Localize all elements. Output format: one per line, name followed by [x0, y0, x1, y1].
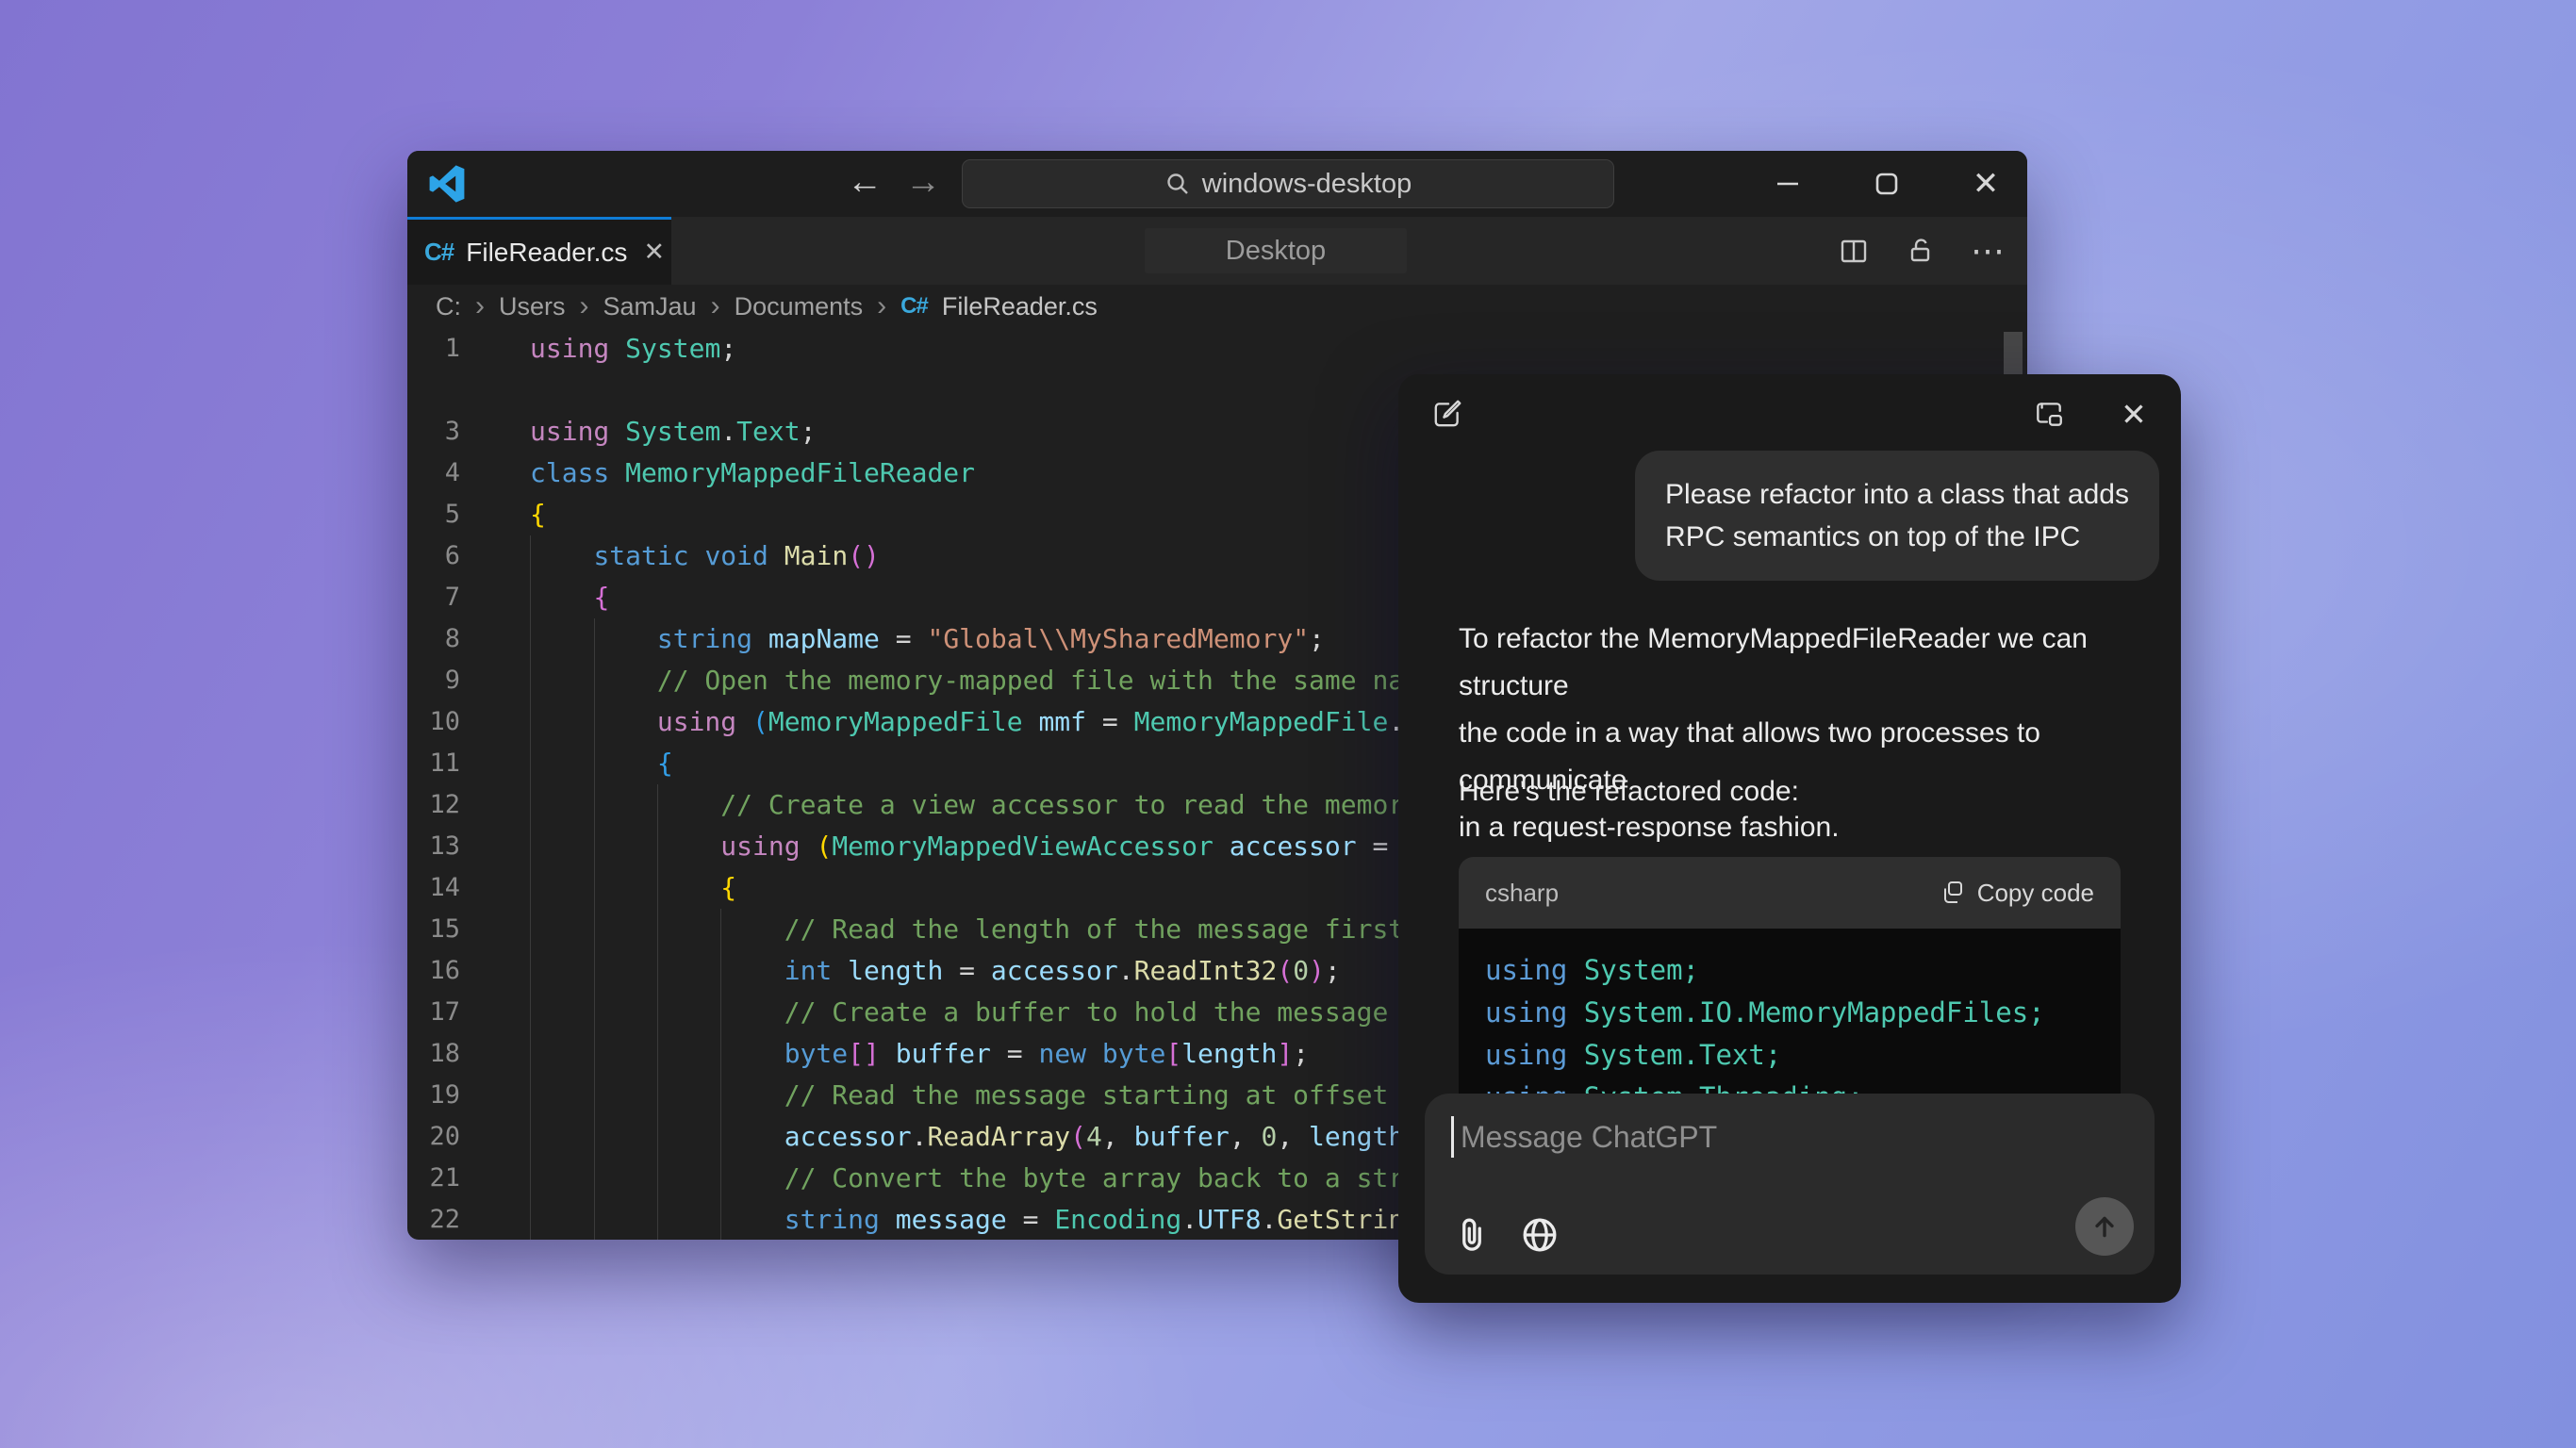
split-editor-icon[interactable] [1839, 236, 1869, 266]
chatgpt-panel: ✕ Please refactor into a class that adds… [1398, 374, 2181, 1303]
breadcrumb-separator: › [711, 290, 720, 322]
line-number: 6 [407, 535, 488, 577]
breadcrumb-item[interactable]: C: [436, 292, 461, 321]
breadcrumb-item[interactable]: Documents [735, 292, 864, 321]
line-number: 3 [407, 411, 488, 452]
line-number: 8 [407, 618, 488, 660]
line-number: 22 [407, 1199, 488, 1240]
new-chat-icon[interactable] [1430, 397, 1464, 431]
code-block-header: csharp Copy code [1459, 857, 2121, 929]
code-block-body: using System;using System.IO.MemoryMappe… [1459, 929, 2121, 1096]
line-number: 10 [407, 701, 488, 743]
code-line: 1using System; [407, 328, 2027, 370]
line-number: 13 [407, 826, 488, 867]
nav-forward-button[interactable]: → [900, 151, 947, 217]
line-number: 14 [407, 867, 488, 909]
web-search-icon[interactable] [1519, 1214, 1560, 1256]
line-number: 4 [407, 452, 488, 494]
search-icon [1164, 171, 1191, 197]
line-number: 9 [407, 660, 488, 701]
code-line: using System; [1485, 949, 2094, 992]
csharp-file-icon: C# [424, 238, 454, 267]
line-number: 17 [407, 992, 488, 1033]
vscode-logo [428, 165, 466, 203]
window-close-button[interactable]: ✕ [1961, 151, 2010, 217]
attachment-icon[interactable] [1451, 1214, 1493, 1256]
search-value: windows-desktop [1202, 169, 1412, 200]
picture-in-picture-icon[interactable] [2032, 397, 2066, 431]
line-number: 5 [407, 494, 488, 535]
send-button[interactable] [2075, 1197, 2134, 1256]
input-placeholder: Message ChatGPT [1461, 1120, 1717, 1155]
indent-guide [530, 535, 531, 1240]
assistant-reply-text: To refactor the MemoryMappedFileReader w… [1459, 616, 2147, 851]
tab-close-icon[interactable]: ✕ [643, 238, 665, 267]
more-actions-icon[interactable]: ⋯ [1971, 231, 2005, 271]
titlebar: ← → windows-desktop ✕ [407, 151, 2027, 217]
line-number: 19 [407, 1075, 488, 1116]
breadcrumb-separator: › [580, 290, 589, 322]
code-language-label: csharp [1485, 879, 1559, 908]
csharp-file-icon: C# [900, 293, 928, 320]
text-cursor [1451, 1116, 1454, 1158]
breadcrumb-separator: › [877, 290, 886, 322]
nav-back-button[interactable]: ← [841, 151, 888, 217]
line-number: 7 [407, 577, 488, 618]
desktop-group-label: Desktop [1145, 228, 1407, 273]
code-line: using System.IO.MemoryMappedFiles; [1485, 992, 2094, 1034]
line-number: 15 [407, 909, 488, 950]
copy-icon [1940, 880, 1966, 906]
line-number: 11 [407, 743, 488, 784]
code-block: csharp Copy code using System;using Syst… [1459, 857, 2121, 1096]
breadcrumb-item[interactable]: Users [499, 292, 566, 321]
line-number: 12 [407, 784, 488, 826]
tab-bar: C# FileReader.cs ✕ Desktop ⋯ [407, 217, 2027, 285]
line-number: 18 [407, 1033, 488, 1075]
chat-close-icon[interactable]: ✕ [2117, 397, 2151, 431]
indent-guide [720, 909, 721, 1240]
breadcrumb-file[interactable]: FileReader.cs [942, 292, 1098, 321]
line-number: 1 [407, 328, 488, 370]
command-search-box[interactable]: windows-desktop [962, 159, 1614, 208]
line-number: 21 [407, 1158, 488, 1199]
code-line: using System.Text; [1485, 1034, 2094, 1077]
indent-guide [594, 618, 595, 1240]
user-message-bubble: Please refactor into a class that adds R… [1635, 451, 2159, 581]
unlock-icon[interactable] [1905, 236, 1935, 266]
tab-label: FileReader.cs [466, 238, 627, 268]
message-input[interactable]: Message ChatGPT [1425, 1094, 2155, 1275]
copy-code-button[interactable]: Copy code [1940, 879, 2094, 908]
assistant-reply-line: Here's the refactored code: [1459, 776, 2147, 808]
indent-guide [657, 784, 658, 1240]
line-number: 16 [407, 950, 488, 992]
breadcrumb-separator: › [475, 290, 485, 322]
breadcrumb: C: › Users › SamJau › Documents › C# FileReader.c… [436, 285, 1098, 328]
tab-filereader[interactable]: C# FileReader.cs ✕ [407, 217, 671, 285]
maximize-button[interactable] [1862, 151, 1911, 217]
breadcrumb-item[interactable]: SamJau [603, 292, 697, 321]
arrow-up-icon [2089, 1210, 2121, 1242]
line-number [407, 370, 488, 411]
minimize-button[interactable] [1763, 151, 1812, 217]
line-number: 20 [407, 1116, 488, 1158]
